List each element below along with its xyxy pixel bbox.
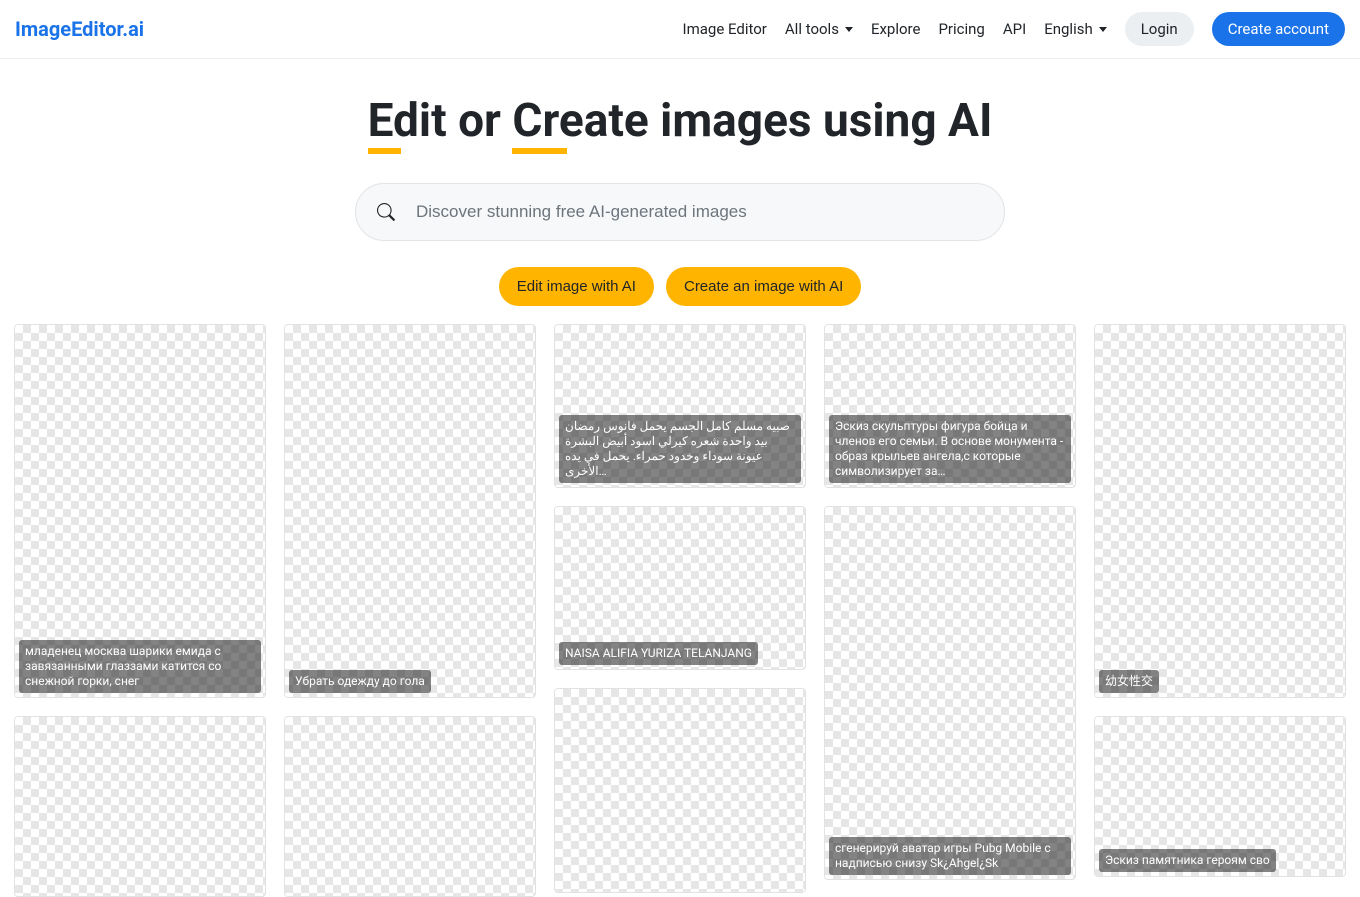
nav-pricing[interactable]: Pricing [938,20,984,38]
chevron-down-icon [845,27,853,32]
search-icon [377,203,395,221]
nav-explore[interactable]: Explore [871,20,921,38]
image-grid: младенец москва шарики емида с завязанны… [0,306,1360,897]
nav-all-tools[interactable]: All tools [785,20,853,38]
image-caption: Убрать одежду до гола [289,670,431,693]
image-placeholder [285,325,535,697]
hero: Edit or Create images using AI Edit imag… [0,94,1360,306]
image-caption: NAISA ALIFIA YURIZA TELANJANG [559,642,758,665]
image-card[interactable]: 幼女性交 [1094,324,1346,698]
image-placeholder [15,717,265,896]
image-caption: صبيه مسلم كامل الجسم يحمل فانوس رمضان بي… [559,415,801,483]
image-card[interactable] [284,716,536,897]
image-card[interactable]: Убрать одежду до гола [284,324,536,698]
grid-col-5: 幼女性交 Эскиз памятника героям сво [1094,324,1346,897]
image-card[interactable]: Эскиз скульптуры фигура бойца и членов е… [824,324,1076,488]
create-account-button[interactable]: Create account [1212,12,1345,46]
title-rest: images using AI [649,94,993,148]
nav-all-tools-label: All tools [785,20,839,38]
image-placeholder [555,689,805,892]
image-card[interactable]: Эскиз памятника героям сво [1094,716,1346,877]
image-caption: младенец москва шарики емида с завязанны… [19,640,261,693]
image-caption: Эскиз памятника героям сво [1099,849,1276,872]
title-create: Create [512,94,648,148]
create-image-button[interactable]: Create an image with AI [666,267,861,306]
nav-language[interactable]: English [1044,20,1107,38]
grid-col-3: صبيه مسلم كامل الجسم يحمل فانوس رمضان بي… [554,324,806,897]
page-title: Edit or Create images using AI [368,94,993,148]
brand-logo[interactable]: ImageEditor.ai [15,17,144,41]
login-button[interactable]: Login [1125,12,1194,46]
image-placeholder [1095,325,1345,697]
image-card[interactable]: NAISA ALIFIA YURIZA TELANJANG [554,506,806,670]
search-input[interactable] [355,183,1005,241]
action-pills: Edit image with AI Create an image with … [0,267,1360,306]
image-caption: сгенерируй аватар игры Pubg Mobile с над… [829,837,1071,875]
image-card[interactable] [554,688,806,893]
nav-language-label: English [1044,20,1093,38]
image-caption: Эскиз скульптуры фигура бойца и членов е… [829,415,1071,483]
image-caption: 幼女性交 [1099,670,1159,693]
image-card[interactable]: младенец москва шарики емида с завязанны… [14,324,266,698]
title-edit: Edit [368,94,447,148]
image-placeholder [285,717,535,896]
image-card[interactable]: صبيه مسلم كامل الجسم يحمل فانوس رمضان بي… [554,324,806,488]
chevron-down-icon [1099,27,1107,32]
grid-col-4: Эскиз скульптуры фигура бойца и членов е… [824,324,1076,897]
edit-image-button[interactable]: Edit image with AI [499,267,654,306]
main-nav: Image Editor All tools Explore Pricing A… [683,12,1346,46]
header: ImageEditor.ai Image Editor All tools Ex… [0,0,1360,59]
title-or: or [447,94,513,148]
search-wrap [355,183,1005,241]
image-card[interactable] [14,716,266,897]
grid-col-1: младенец москва шарики емида с завязанны… [14,324,266,897]
nav-image-editor[interactable]: Image Editor [683,20,767,38]
image-card[interactable]: сгенерируй аватар игры Pubg Mobile с над… [824,506,1076,880]
grid-col-2: Убрать одежду до гола [284,324,536,897]
nav-api[interactable]: API [1003,20,1026,38]
image-placeholder [825,507,1075,879]
